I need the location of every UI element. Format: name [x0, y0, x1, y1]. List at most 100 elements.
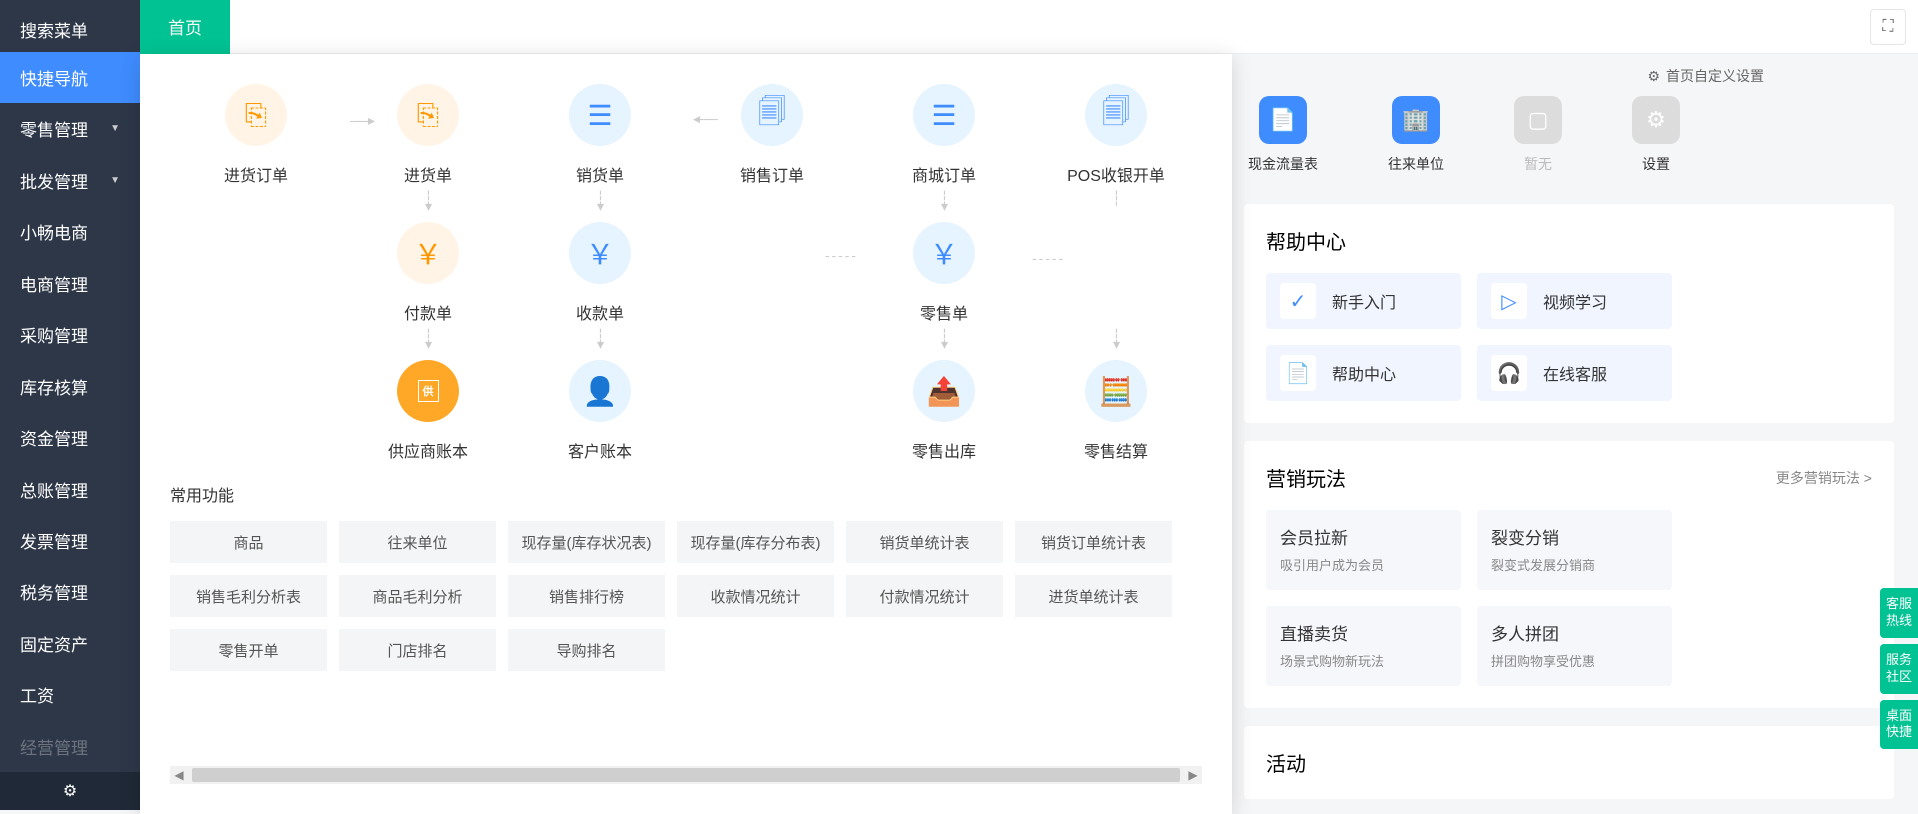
- flow-label: 收款单: [576, 300, 624, 324]
- mkt-sub: 裂变式发展分销商: [1491, 555, 1658, 574]
- help-newbie[interactable]: ✓新手入门: [1266, 273, 1461, 329]
- scroll-right-icon[interactable]: ▶: [1184, 766, 1202, 784]
- flow-label: 零售单: [920, 300, 968, 324]
- flow-node-retail-settlement[interactable]: 🧮 零售结算: [1030, 360, 1202, 462]
- help-video[interactable]: ▷视频学习: [1477, 273, 1672, 329]
- flow-node-receipt[interactable]: ￥ 收款单: [514, 222, 686, 324]
- help-center[interactable]: 📄 帮助中心: [1266, 345, 1461, 401]
- flow-node-mall-order[interactable]: ☰ 商城订单: [858, 84, 1030, 186]
- fn-receipt-stats[interactable]: 收款情况统计: [677, 575, 834, 617]
- flow-node-payment[interactable]: ￥ 付款单: [342, 222, 514, 324]
- sidebar-item-wholesale[interactable]: 批发管理▼: [0, 155, 140, 206]
- fn-product-profit[interactable]: 商品毛利分析: [339, 575, 496, 617]
- fn-order-stats[interactable]: 销货订单统计表: [1015, 521, 1172, 563]
- scroll-left-icon[interactable]: ◀: [170, 766, 188, 784]
- sidebar-item-invoice[interactable]: 发票管理: [0, 515, 140, 566]
- flow-node-purchase[interactable]: ⎘ 进货单: [342, 84, 514, 186]
- mkt-group[interactable]: 多人拼团拼团购物享受优惠: [1477, 606, 1672, 686]
- horizontal-scrollbar[interactable]: ◀ ▶: [170, 766, 1202, 784]
- flow-node-purchase-order[interactable]: ⎘ 进货订单 -----▸: [170, 84, 342, 186]
- sidebar-item-fixed-assets[interactable]: 固定资产: [0, 618, 140, 669]
- common-functions-title: 常用功能: [170, 482, 1202, 506]
- sidebar-item-tax[interactable]: 税务管理: [0, 566, 140, 617]
- sidebar-item-operation[interactable]: 经营管理: [0, 721, 140, 772]
- help-online[interactable]: 🎧在线客服: [1477, 345, 1672, 401]
- flow-node-pos[interactable]: 🗐 POS收银开单: [1030, 84, 1202, 186]
- fn-store-rank[interactable]: 门店排名: [339, 629, 496, 671]
- sidebar-item-search[interactable]: 搜索菜单: [0, 0, 140, 52]
- custom-settings-link[interactable]: ⚙ 首页自定义设置: [1244, 66, 1894, 86]
- tile-settings[interactable]: ⚙ 设置: [1632, 96, 1680, 174]
- mkt-title: 直播卖货: [1280, 620, 1447, 645]
- tile-label: 设置: [1642, 154, 1670, 174]
- doc-icon: 📄: [1280, 355, 1316, 391]
- tile-label: 现金流量表: [1248, 154, 1318, 174]
- tile-cashflow[interactable]: 📄 现金流量表: [1248, 96, 1318, 174]
- panel-help: 帮助中心 ✓新手入门 ▷视频学习 📄 帮助中心 🎧在线客服: [1244, 204, 1894, 423]
- fn-product[interactable]: 商品: [170, 521, 327, 563]
- flow-label: 付款单: [404, 300, 452, 324]
- doc-in-icon: ⎘: [225, 84, 287, 146]
- mkt-live[interactable]: 直播卖货场景式购物新玩法: [1266, 606, 1461, 686]
- flow-node-customer-ledger[interactable]: 👤 客户账本: [514, 360, 686, 462]
- sidebar-item-funds[interactable]: 资金管理: [0, 412, 140, 463]
- list-icon: ☰: [913, 84, 975, 146]
- badge-hotline[interactable]: 客服热线: [1880, 588, 1918, 638]
- sidebar-item-xc-ecom[interactable]: 小畅电商: [0, 206, 140, 257]
- sidebar-item-ecom[interactable]: 电商管理: [0, 258, 140, 309]
- flow-node-supplier-ledger[interactable]: 供 供应商账本: [342, 360, 514, 462]
- person-icon: 👤: [569, 360, 631, 422]
- fullscreen-icon: ⛶: [1882, 18, 1893, 36]
- fullscreen-button[interactable]: ⛶: [1870, 9, 1906, 45]
- more-link[interactable]: 更多营销玩法 >: [1776, 468, 1872, 488]
- fn-stock-dist[interactable]: 现存量(库存分布表): [677, 521, 834, 563]
- right-area: ⚙ 首页自定义设置 📄 现金流量表 🏢 往来单位 ▢ 暂无 ⚙ 设置 帮助中心 …: [1232, 54, 1918, 810]
- sidebar-item-quicknav[interactable]: 快捷导航: [0, 52, 140, 103]
- fn-sales-rank[interactable]: 销售排行榜: [508, 575, 665, 617]
- float-badges: 客服热线 服务社区 桌面快捷: [1880, 588, 1918, 749]
- fn-contacts[interactable]: 往来单位: [339, 521, 496, 563]
- flow-row: 供 供应商账本 👤 客户账本 📤 零售出库 🧮 零售结算: [170, 360, 1202, 462]
- gear-icon: ⚙: [63, 781, 77, 801]
- sidebar-item-label: 总账管理: [20, 477, 88, 502]
- sidebar-item-label: 税务管理: [20, 579, 88, 604]
- tab-home[interactable]: 首页: [140, 0, 230, 54]
- tile-contacts[interactable]: 🏢 往来单位: [1388, 96, 1444, 174]
- sidebar-item-salary[interactable]: 工资: [0, 669, 140, 720]
- mkt-member[interactable]: 会员拉新吸引用户成为会员: [1266, 510, 1461, 590]
- sidebar-item-label: 固定资产: [20, 631, 88, 656]
- flow-node-retail[interactable]: ￥ 零售单 - - - - - - - - - -: [858, 222, 1030, 324]
- sidebar-item-label: 经营管理: [20, 734, 88, 759]
- flow-label: 客户账本: [568, 438, 632, 462]
- panel-marketing: 营销玩法 更多营销玩法 > 会员拉新吸引用户成为会员 裂变分销裂变式发展分销商 …: [1244, 441, 1894, 708]
- fn-payment-stats[interactable]: 付款情况统计: [846, 575, 1003, 617]
- sidebar-item-inventory[interactable]: 库存核算: [0, 360, 140, 411]
- scroll-thumb[interactable]: [192, 768, 1180, 782]
- help-label: 帮助中心: [1332, 361, 1396, 385]
- sidebar-item-label: 快捷导航: [20, 65, 88, 90]
- sidebar-item-ledger[interactable]: 总账管理: [0, 463, 140, 514]
- flow-node-retail-outbound[interactable]: 📤 零售出库: [858, 360, 1030, 462]
- flow-node-sales-bill[interactable]: ☰ 销货单 -----▸: [514, 84, 686, 186]
- badge-community[interactable]: 服务社区: [1880, 644, 1918, 694]
- fn-profit-analysis[interactable]: 销售毛利分析表: [170, 575, 327, 617]
- flow-node-sales-order[interactable]: 🗐 销售订单: [686, 84, 858, 186]
- panel-title-label: 活动: [1266, 748, 1306, 777]
- gear-icon: ⚙: [1632, 96, 1680, 144]
- sidebar-item-purchase[interactable]: 采购管理: [0, 309, 140, 360]
- chevron-down-icon: ▼: [110, 175, 120, 186]
- fn-purchase-stats[interactable]: 进货单统计表: [1015, 575, 1172, 617]
- fn-guide-rank[interactable]: 导购排名: [508, 629, 665, 671]
- sidebar-settings-button[interactable]: ⚙: [0, 772, 140, 810]
- fn-sales-stats[interactable]: 销货单统计表: [846, 521, 1003, 563]
- scroll-track[interactable]: [188, 766, 1184, 784]
- sidebar-item-retail[interactable]: 零售管理▼: [0, 103, 140, 154]
- tab-label: 首页: [168, 14, 202, 39]
- flow-label: 销售订单: [740, 162, 804, 186]
- sidebar-item-label: 工资: [20, 682, 54, 707]
- tile-empty[interactable]: ▢ 暂无: [1514, 96, 1562, 174]
- fn-stock-status[interactable]: 现存量(库存状况表): [508, 521, 665, 563]
- fn-retail-open[interactable]: 零售开单: [170, 629, 327, 671]
- badge-shortcut[interactable]: 桌面快捷: [1880, 700, 1918, 750]
- mkt-fission[interactable]: 裂变分销裂变式发展分销商: [1477, 510, 1672, 590]
